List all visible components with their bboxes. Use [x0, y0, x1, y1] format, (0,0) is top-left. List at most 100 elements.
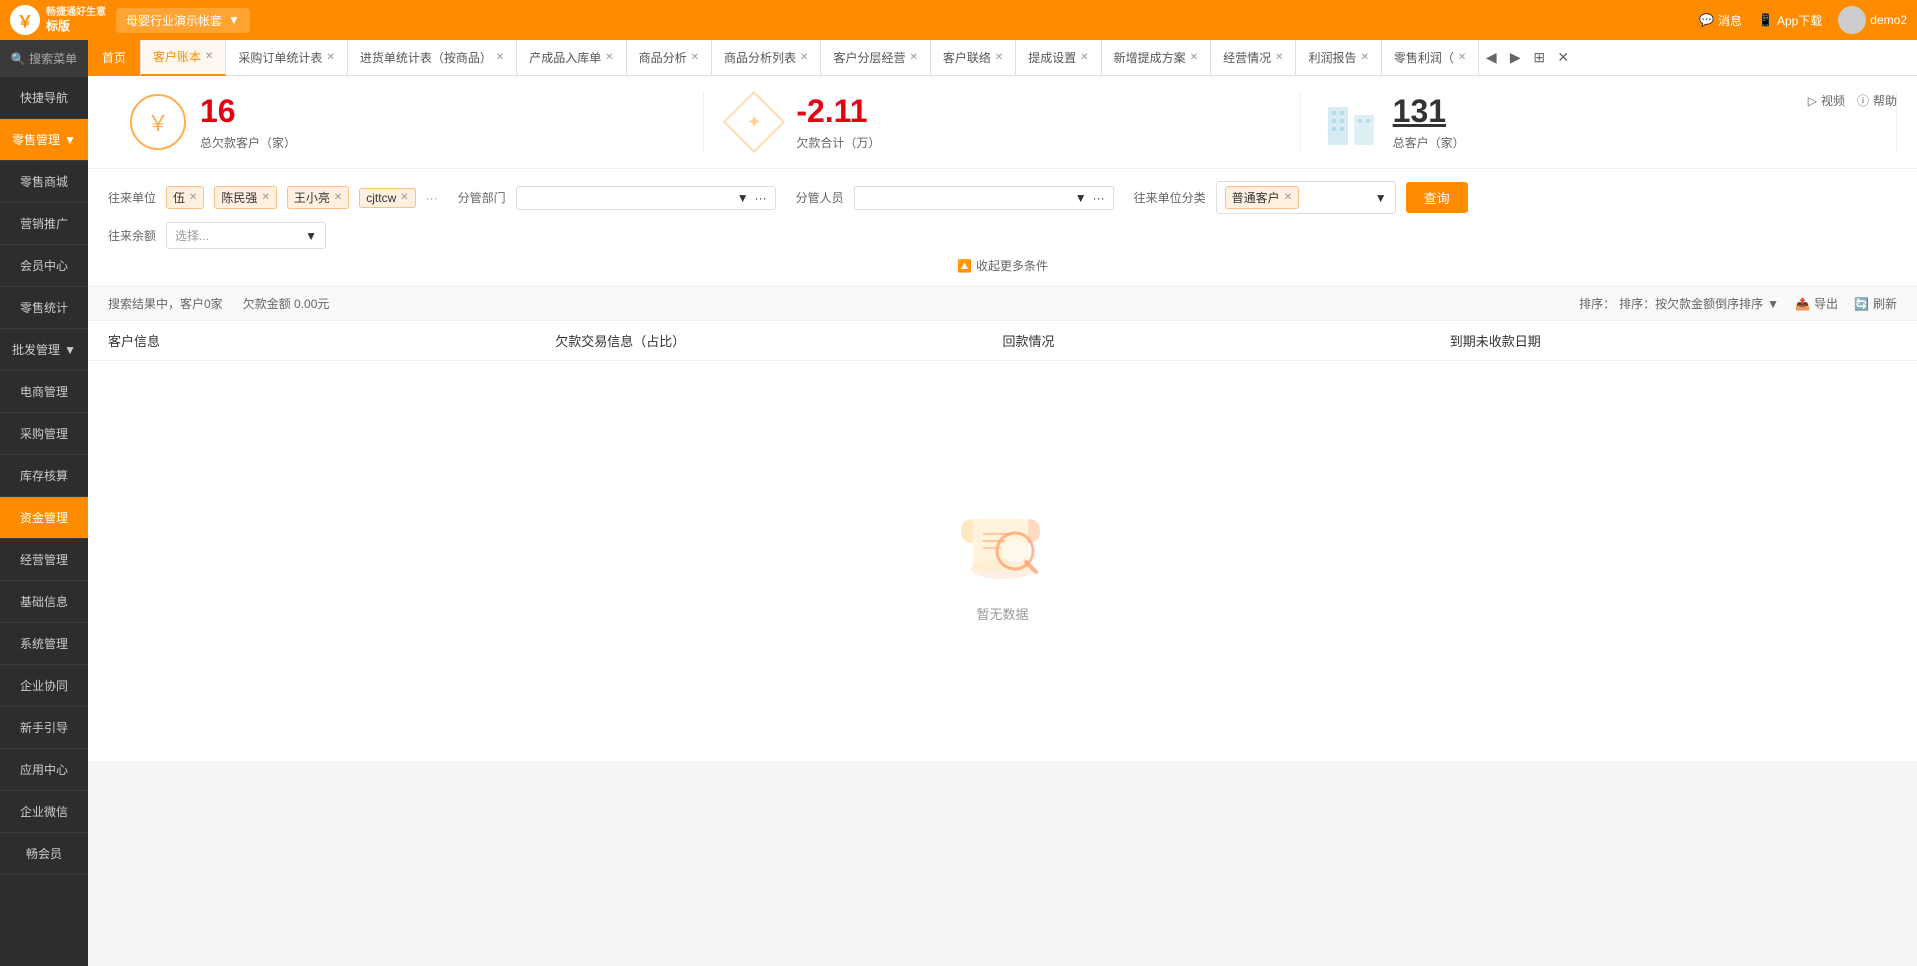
class-select[interactable]: 普通客户 ✕ ▼: [1216, 181, 1396, 214]
table-wrapper: 客户信息 欠款交易信息（占比） 回款情况 到期未收款日期: [88, 321, 1917, 761]
sidebar-item-wechat-work[interactable]: 企业微信: [0, 791, 88, 833]
tab-close-icon[interactable]: ✕: [326, 52, 334, 63]
tab-close-icon[interactable]: ✕: [496, 52, 504, 63]
tab-product-analysis-list[interactable]: 商品分析列表 ✕: [712, 40, 821, 76]
tab-close-icon[interactable]: ✕: [800, 52, 808, 63]
tab-close-icon[interactable]: ✕: [1361, 52, 1369, 63]
tab-product-analysis[interactable]: 商品分析 ✕: [627, 40, 712, 76]
sidebar-item-app-center[interactable]: 应用中心: [0, 749, 88, 791]
sidebar-item-operations-mgmt[interactable]: 经营管理: [0, 539, 88, 581]
sidebar-item-basic-info[interactable]: 基础信息: [0, 581, 88, 623]
class-label: 往来单位分类: [1134, 189, 1206, 206]
col-arrears-info: 欠款交易信息（占比）: [555, 331, 1002, 350]
filter-tag-wang-close[interactable]: ✕: [334, 192, 342, 203]
tab-close-icon[interactable]: ✕: [1190, 52, 1198, 63]
filter-tag-cjttcw-close[interactable]: ✕: [400, 192, 408, 203]
query-button[interactable]: 查询: [1406, 182, 1468, 213]
tab-close-icon[interactable]: ✕: [995, 52, 1003, 63]
person-label: 分管人员: [796, 189, 844, 206]
stats-right: ▷ 视频 ⓘ 帮助: [1808, 92, 1897, 109]
person-select[interactable]: ▼ ···: [854, 186, 1114, 210]
main-content: ￥ 16 总欠款客户（家） ✦: [88, 76, 1917, 966]
sidebar-item-retail-mgmt[interactable]: 零售管理 ▼: [0, 119, 88, 161]
tab-retail-profit[interactable]: 零售利润（ ✕: [1382, 40, 1479, 76]
logo-icon: ￥: [10, 5, 40, 35]
stat-label-customers: 总欠款客户（家）: [200, 134, 296, 151]
sidebar-item-inventory[interactable]: 库存核算: [0, 455, 88, 497]
filter-more-units[interactable]: ···: [426, 191, 438, 205]
app-download-btn[interactable]: 📱 App下载: [1758, 12, 1822, 29]
tab-purchase-order[interactable]: 采购订单统计表 ✕: [226, 40, 347, 76]
filter-area: 往来单位 伍 ✕ 陈民强 ✕ 王小亮 ✕: [88, 169, 1917, 287]
sidebar-item-purchase-mgmt[interactable]: 采购管理: [0, 413, 88, 455]
sidebar-item-member-center[interactable]: 会员中心: [0, 245, 88, 287]
tab-product-inbound[interactable]: 产成品入库单 ✕: [517, 40, 626, 76]
logo-subtitle: 畅捷通好生意: [46, 7, 106, 19]
sidebar-search[interactable]: 🔍 搜索菜单: [0, 40, 88, 77]
top-bar-right: 💬 消息 📱 App下载 demo2: [1699, 6, 1907, 34]
tab-home[interactable]: 首页: [88, 40, 141, 76]
help-btn[interactable]: ⓘ 帮助: [1857, 92, 1897, 109]
user-avatar[interactable]: demo2: [1838, 6, 1907, 34]
stat-icon-yuan: ￥: [128, 92, 188, 152]
filter-class-tag-close[interactable]: ✕: [1284, 192, 1292, 203]
stat-value-customers: 16: [200, 93, 296, 130]
tab-add-commission-plan[interactable]: 新增提成方案 ✕: [1102, 40, 1211, 76]
sidebar-item-wholesale-mgmt[interactable]: 批发管理 ▼: [0, 329, 88, 371]
tab-customer-ledger[interactable]: 客户账本 ✕: [141, 40, 226, 76]
logo-area: ￥ 畅捷通好生意 标版: [10, 5, 106, 35]
filter-tag-chen-close[interactable]: ✕: [261, 192, 269, 203]
tab-bar: 首页 客户账本 ✕ 采购订单统计表 ✕ 进货单统计表（按商品） ✕ 产成品入库单…: [88, 40, 1917, 76]
filter-row-1: 往来单位 伍 ✕ 陈民强 ✕ 王小亮 ✕: [108, 181, 1897, 214]
sidebar-item-finance-mgmt[interactable]: 资金管理: [0, 497, 88, 539]
tab-business-status[interactable]: 经营情况 ✕: [1211, 40, 1296, 76]
tab-nav-close-all[interactable]: ✕: [1551, 40, 1575, 76]
export-button[interactable]: 📤 导出: [1795, 295, 1838, 312]
dept-label: 分管部门: [458, 189, 506, 206]
tab-nav-right[interactable]: ▶: [1503, 40, 1527, 76]
stat-info-total: 131 总客户（家）: [1393, 93, 1465, 151]
tab-goods-inbound[interactable]: 进货单统计表（按商品） ✕: [348, 40, 517, 76]
sidebar-item-retail-stats[interactable]: 零售统计: [0, 287, 88, 329]
stat-block-customers: ￥ 16 总欠款客户（家）: [108, 92, 704, 152]
collapse-button[interactable]: 🔼 收起更多条件: [957, 257, 1048, 274]
sidebar-item-retail-mall[interactable]: 零售商城: [0, 161, 88, 203]
tab-nav-left[interactable]: ◀: [1479, 40, 1503, 76]
tab-customer-contact[interactable]: 客户联络 ✕: [931, 40, 1016, 76]
sidebar-item-system-mgmt[interactable]: 系统管理: [0, 623, 88, 665]
unit-label: 往来单位: [108, 189, 156, 206]
sort-select[interactable]: 排序： 排序：按欠款金额倒序排序 ▼: [1579, 295, 1779, 312]
tab-close-icon[interactable]: ✕: [691, 52, 699, 63]
content-area: 首页 客户账本 ✕ 采购订单统计表 ✕ 进货单统计表（按商品） ✕ 产成品入库单…: [88, 40, 1917, 966]
filter-tag-wu-close[interactable]: ✕: [189, 192, 197, 203]
messages-btn[interactable]: 💬 消息: [1699, 12, 1742, 29]
sidebar-item-ecommerce[interactable]: 电商管理: [0, 371, 88, 413]
tab-close-icon[interactable]: ✕: [1275, 52, 1283, 63]
empty-text: 暂无数据: [976, 604, 1028, 623]
sidebar-item-marketing[interactable]: 营销推广: [0, 203, 88, 245]
store-selector[interactable]: 母婴行业演示帐套 ▼: [116, 8, 250, 33]
tab-close-icon[interactable]: ✕: [1080, 52, 1088, 63]
balance-select[interactable]: 选择... ▼: [166, 222, 326, 249]
sidebar-item-quick-nav[interactable]: 快捷导航: [0, 77, 88, 119]
main-layout: 🔍 搜索菜单 快捷导航 零售管理 ▼ 零售商城 营销推广 会员中心 零售统计: [0, 40, 1917, 966]
tab-close-icon[interactable]: ✕: [605, 52, 613, 63]
tab-nav-expand[interactable]: ⊞: [1527, 40, 1551, 76]
sidebar-item-chang-member[interactable]: 畅会员: [0, 833, 88, 875]
tab-close-icon[interactable]: ✕: [909, 52, 917, 63]
tab-close-icon[interactable]: ✕: [1458, 52, 1466, 63]
tab-profit-report[interactable]: 利润报告 ✕: [1296, 40, 1381, 76]
refresh-button[interactable]: 🔄 刷新: [1854, 295, 1897, 312]
tab-close-icon[interactable]: ✕: [205, 51, 213, 62]
filter-tag-wu: 伍 ✕: [166, 186, 204, 209]
video-btn[interactable]: ▷ 视频: [1808, 92, 1845, 109]
stat-label-arrears: 欠款合计（万）: [796, 134, 880, 151]
stat-icon-diamond: ✦: [724, 92, 784, 152]
tab-customer-tier[interactable]: 客户分层经营 ✕: [821, 40, 930, 76]
sidebar-item-newbie-guide[interactable]: 新手引导: [0, 707, 88, 749]
dept-select[interactable]: ▼ ···: [516, 186, 776, 210]
balance-placeholder: 选择...: [175, 227, 299, 244]
tab-commission-settings[interactable]: 提成设置 ✕: [1016, 40, 1101, 76]
stat-value-arrears: -2.11: [796, 93, 880, 130]
sidebar-item-enterprise-collab[interactable]: 企业协同: [0, 665, 88, 707]
